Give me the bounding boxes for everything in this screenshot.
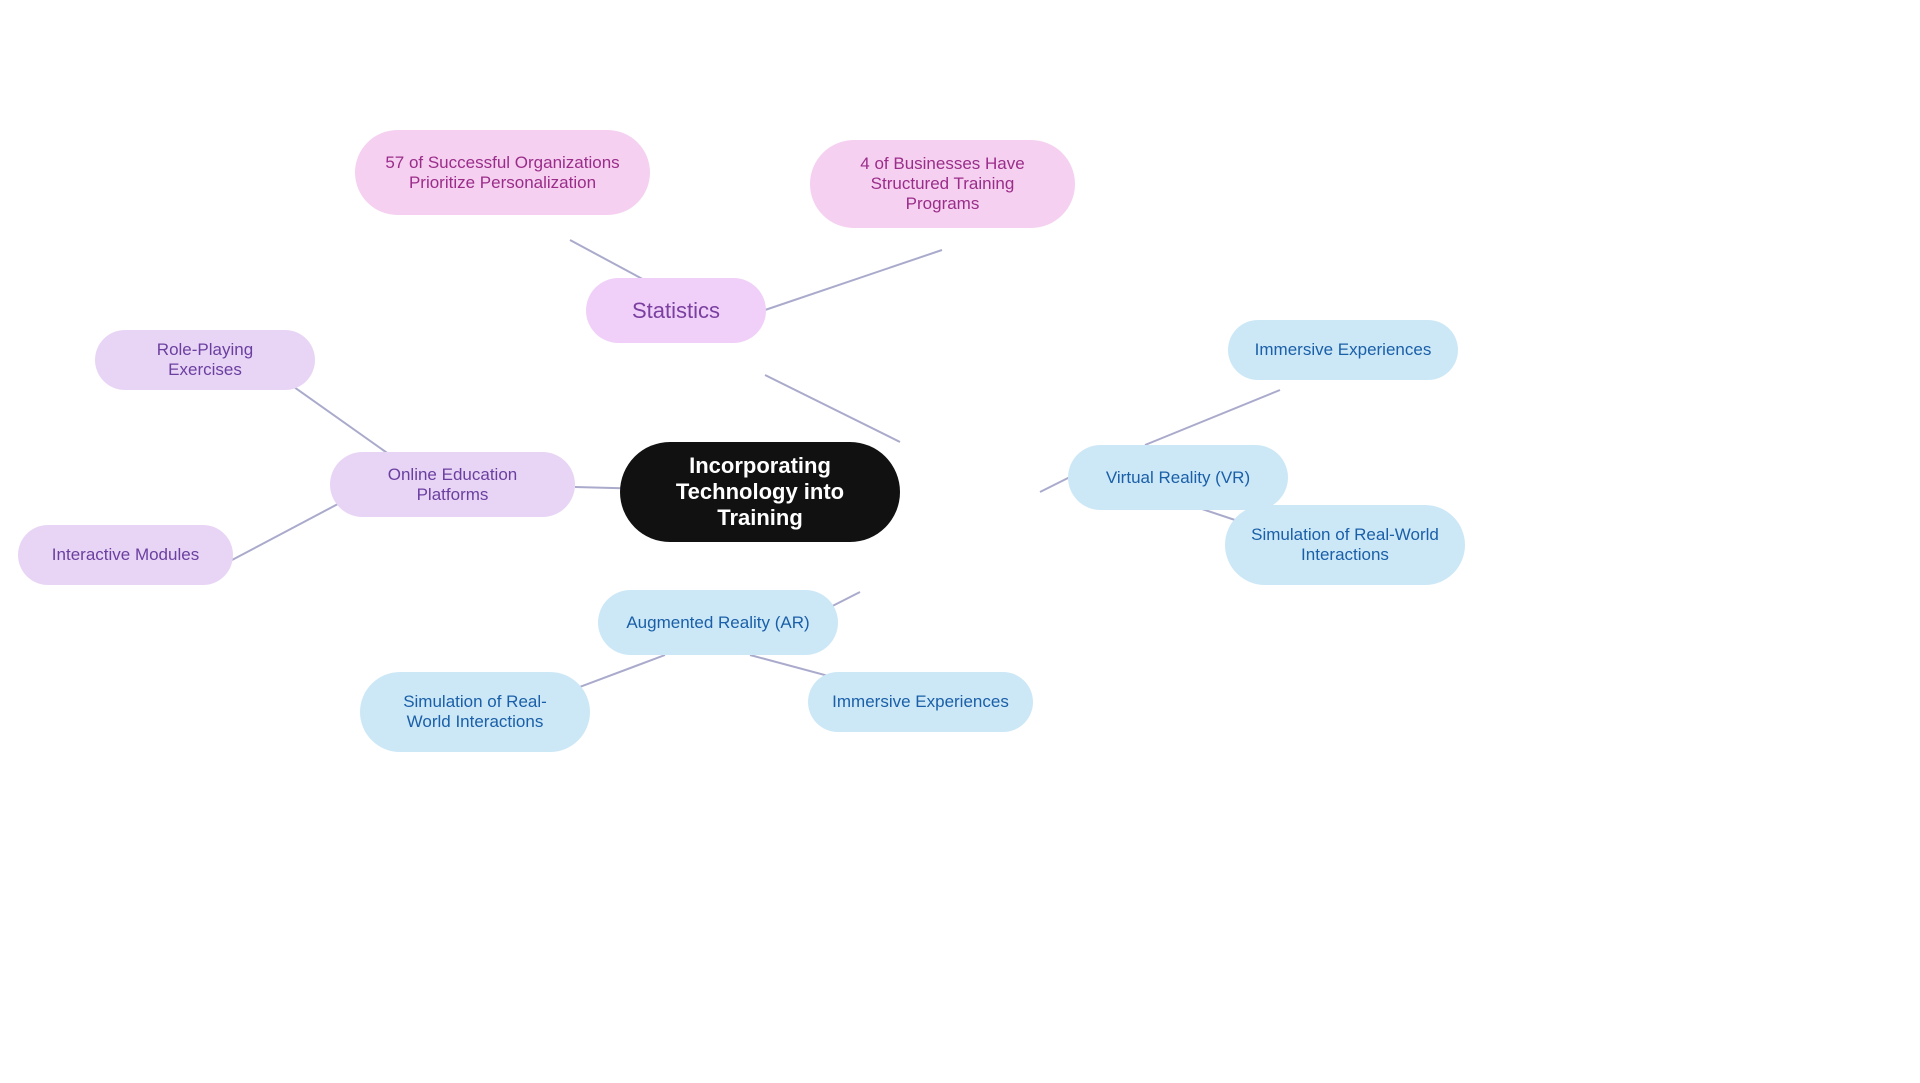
immersive-ar-label: Immersive Experiences: [832, 692, 1009, 712]
interactive-modules-label: Interactive Modules: [52, 545, 199, 565]
immersive-vr-node[interactable]: Immersive Experiences: [1228, 320, 1458, 380]
immersive-ar-node[interactable]: Immersive Experiences: [808, 672, 1033, 732]
stat1-node[interactable]: 57 of Successful Organizations Prioritiz…: [355, 130, 650, 215]
immersive-vr-label: Immersive Experiences: [1255, 340, 1432, 360]
simulation-vr-label: Simulation of Real-World Interactions: [1249, 525, 1441, 565]
simulation-ar-label: Simulation of Real-World Interactions: [384, 692, 566, 732]
ar-label: Augmented Reality (AR): [626, 613, 809, 633]
online-education-node[interactable]: Online Education Platforms: [330, 452, 575, 517]
interactive-modules-node[interactable]: Interactive Modules: [18, 525, 233, 585]
stat2-label: 4 of Businesses Have Structured Training…: [834, 154, 1051, 214]
simulation-ar-node[interactable]: Simulation of Real-World Interactions: [360, 672, 590, 752]
stat2-node[interactable]: 4 of Businesses Have Structured Training…: [810, 140, 1075, 228]
stat1-label: 57 of Successful Organizations Prioritiz…: [379, 153, 626, 193]
online-education-label: Online Education Platforms: [354, 465, 551, 505]
simulation-vr-node[interactable]: Simulation of Real-World Interactions: [1225, 505, 1465, 585]
ar-node[interactable]: Augmented Reality (AR): [598, 590, 838, 655]
role-playing-node[interactable]: Role-Playing Exercises: [95, 330, 315, 390]
statistics-label: Statistics: [632, 298, 720, 324]
vr-label: Virtual Reality (VR): [1106, 468, 1250, 488]
vr-node[interactable]: Virtual Reality (VR): [1068, 445, 1288, 510]
role-playing-label: Role-Playing Exercises: [119, 340, 291, 380]
center-label: Incorporating Technology into Training: [644, 453, 876, 531]
center-node[interactable]: Incorporating Technology into Training: [620, 442, 900, 542]
statistics-node[interactable]: Statistics: [586, 278, 766, 343]
